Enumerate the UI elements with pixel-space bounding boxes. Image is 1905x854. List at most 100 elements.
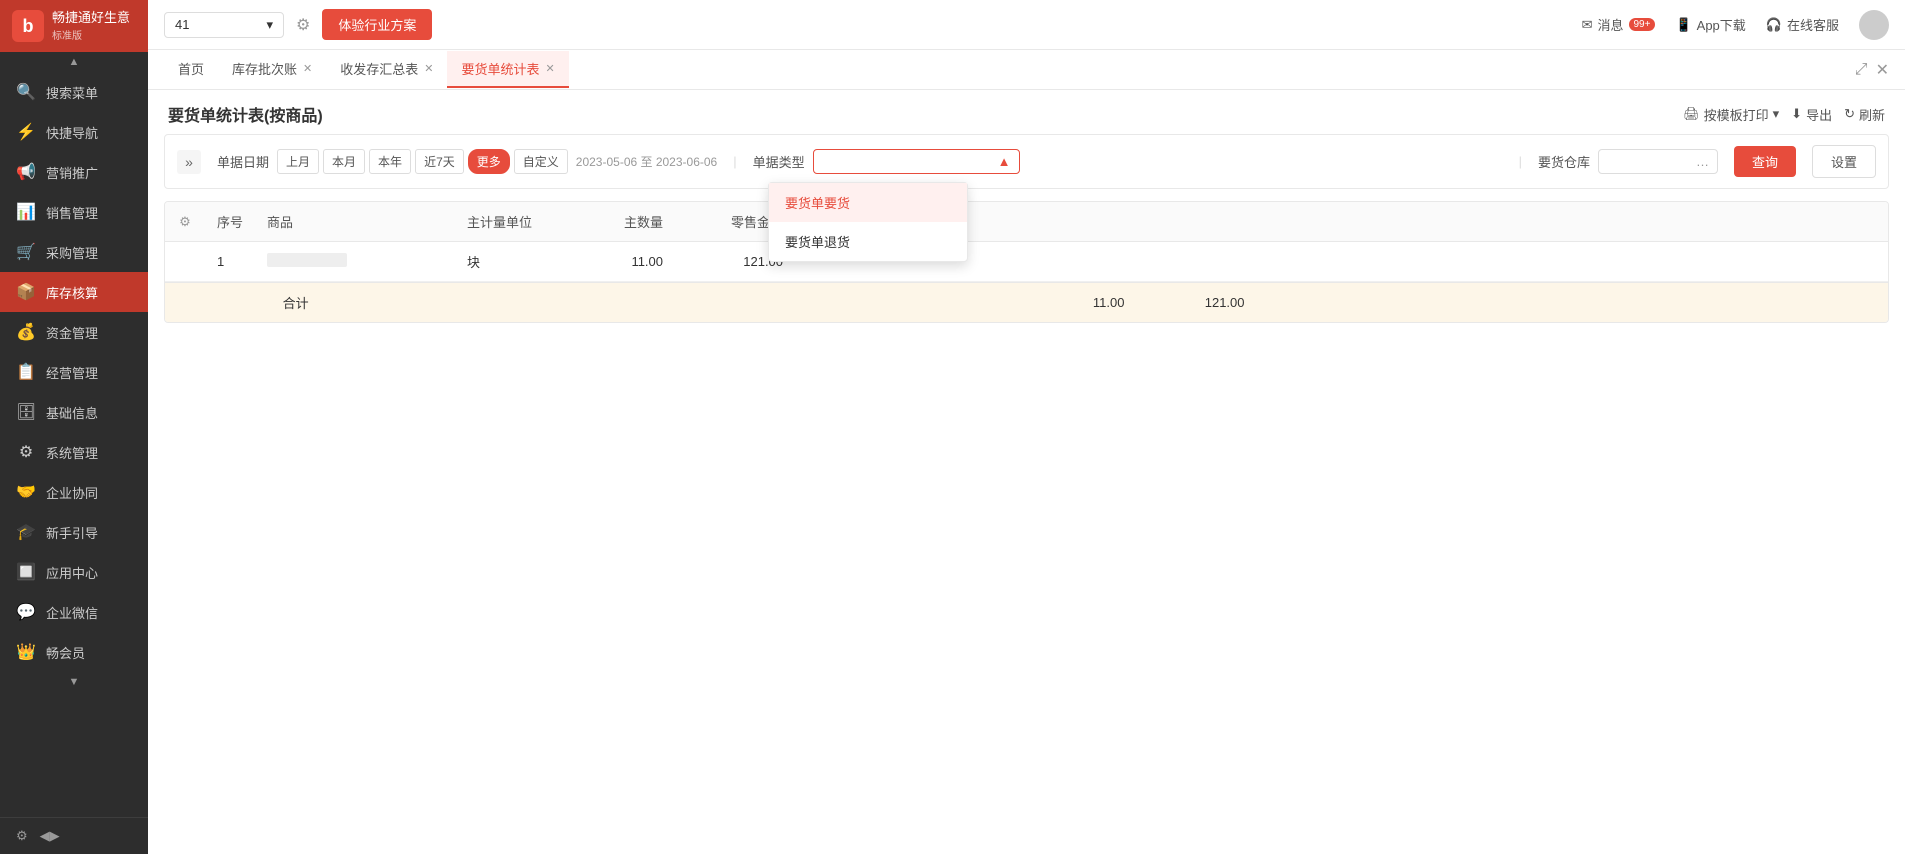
- topbar-gear-icon[interactable]: ⚙: [296, 15, 310, 35]
- th-no: 序号: [205, 202, 255, 242]
- sidebar-item-basics[interactable]: 🗄 基础信息: [0, 392, 148, 432]
- tab-inventory-batch-label: 库存批次账: [232, 59, 297, 78]
- download-icon: 📱: [1675, 17, 1691, 33]
- sidebar-footer: ⚙ ◀▶: [0, 817, 148, 854]
- sidebar-item-label: 应用中心: [46, 563, 98, 582]
- sidebar-item-system[interactable]: ⚙ 系统管理: [0, 432, 148, 472]
- finance-icon: 💰: [16, 322, 36, 342]
- sidebar-item-label: 搜索菜单: [46, 83, 98, 102]
- th-qty: 主数量: [555, 202, 675, 242]
- th-unit: 主计量单位: [455, 202, 555, 242]
- sidebar-item-members[interactable]: 👑 畅会员: [0, 632, 148, 672]
- print-chevron[interactable]: ▾: [1773, 106, 1780, 122]
- sidebar-header: b 畅捷通好生意 标准版: [0, 0, 148, 52]
- expand-icon[interactable]: ⤢: [1855, 61, 1868, 79]
- warehouse-filter-group: 要货仓库 …: [1538, 149, 1718, 174]
- trial-btn[interactable]: 体验行业方案: [322, 9, 432, 40]
- messages-btn[interactable]: ✉ 消息 99+: [1582, 15, 1656, 34]
- refresh-btn[interactable]: ↻ 刷新: [1844, 105, 1885, 124]
- type-input-wrap[interactable]: ▲: [813, 149, 1020, 174]
- avatar[interactable]: [1859, 10, 1889, 40]
- footer-label: 合计: [177, 293, 397, 312]
- online-service-btn[interactable]: 🎧 在线客服: [1766, 15, 1839, 34]
- tab-order-stats-close[interactable]: ✕: [546, 62, 555, 75]
- query-btn[interactable]: 查询: [1734, 146, 1796, 177]
- company-selector[interactable]: 41 ▾: [164, 12, 284, 38]
- sidebar-item-wechat[interactable]: 💬 企业微信: [0, 592, 148, 632]
- tab-receivable-summary[interactable]: 收发存汇总表 ✕: [326, 51, 447, 88]
- sidebar-item-label: 畅会员: [46, 643, 85, 662]
- sidebar-item-label: 库存核算: [46, 283, 98, 302]
- this-month-btn[interactable]: 本月: [323, 149, 365, 174]
- collapse-icon[interactable]: ◀▶: [40, 828, 60, 844]
- print-btn[interactable]: 🖨 按模板打印 ▾: [1683, 105, 1779, 124]
- sidebar-item-enterprise[interactable]: 🤝 企业协同: [0, 472, 148, 512]
- type-input[interactable]: [822, 154, 998, 169]
- more-btn[interactable]: 更多: [468, 149, 510, 174]
- tabs-bar: 首页 库存批次账 ✕ 收发存汇总表 ✕ 要货单统计表 ✕ ⤢ ✕: [148, 50, 1905, 90]
- main-area: 41 ▾ ⚙ 体验行业方案 ✉ 消息 99+ 📱 App下载 🎧 在线客服: [148, 0, 1905, 854]
- warehouse-more-icon[interactable]: …: [1696, 154, 1709, 169]
- tab-inventory-batch[interactable]: 库存批次账 ✕: [218, 51, 326, 88]
- type-chevron-up-icon[interactable]: ▲: [998, 154, 1011, 169]
- sidebar-item-search[interactable]: 🔍 搜索菜单: [0, 72, 148, 112]
- scroll-up-arrow[interactable]: ▲: [0, 52, 148, 72]
- settings-icon[interactable]: ⚙: [16, 828, 28, 844]
- print-label: 按模板打印: [1704, 105, 1769, 124]
- td-unit: 块: [455, 242, 555, 282]
- tab-receivable-close[interactable]: ✕: [424, 62, 433, 75]
- sidebar-item-operations[interactable]: 📋 经营管理: [0, 352, 148, 392]
- type-dropdown-menu: 要货单要货 要货单退货: [768, 182, 968, 262]
- sidebar-item-inventory[interactable]: 📦 库存核算: [0, 272, 148, 312]
- date-range-text: 2023-05-06 至 2023-06-06: [576, 153, 717, 170]
- export-btn[interactable]: ⬇ 导出: [1791, 105, 1832, 124]
- sidebar-item-quick-nav[interactable]: ⚡ 快捷导航: [0, 112, 148, 152]
- online-service-label: 在线客服: [1787, 15, 1839, 34]
- warehouse-selector[interactable]: …: [1598, 149, 1718, 174]
- tab-order-stats[interactable]: 要货单统计表 ✕: [447, 51, 568, 88]
- product-placeholder: [267, 253, 347, 267]
- close-all-icon[interactable]: ✕: [1876, 60, 1889, 80]
- column-settings-icon[interactable]: ⚙: [179, 214, 191, 229]
- tab-home[interactable]: 首页: [164, 51, 218, 88]
- messages-badge: 99+: [1629, 18, 1656, 31]
- page-inner: 要货单统计表(按商品) 🖨 按模板打印 ▾ ⬇ 导出 ↻ 刷新: [148, 90, 1905, 854]
- system-icon: ⚙: [16, 442, 36, 462]
- export-label: 导出: [1806, 105, 1832, 124]
- refresh-label: 刷新: [1859, 105, 1885, 124]
- quick-nav-icon: ⚡: [16, 122, 36, 142]
- sidebar-item-label: 快捷导航: [46, 123, 98, 142]
- td-check: [165, 242, 205, 282]
- sidebar-item-sales[interactable]: 📊 销售管理: [0, 192, 148, 232]
- table-row: 1 块 11.00 121.00: [165, 242, 1888, 282]
- type-filter-group: 单据类型 ▲: [753, 149, 1503, 174]
- last-7-days-btn[interactable]: 近7天: [415, 149, 464, 174]
- table-footer: 合计 11.00 121.00: [165, 282, 1888, 322]
- inventory-icon: 📦: [16, 282, 36, 302]
- topbar-left: 41 ▾ ⚙ 体验行业方案: [164, 9, 432, 40]
- scroll-down-arrow[interactable]: ▼: [0, 672, 148, 692]
- sidebar-item-app-center[interactable]: 🔲 应用中心: [0, 552, 148, 592]
- enterprise-icon: 🤝: [16, 482, 36, 502]
- sidebar-item-finance[interactable]: 💰 资金管理: [0, 312, 148, 352]
- filter-toggle-btn[interactable]: »: [177, 150, 201, 174]
- sidebar-item-purchase[interactable]: 🛒 采购管理: [0, 232, 148, 272]
- sidebar-item-marketing[interactable]: 📢 营销推广: [0, 152, 148, 192]
- app-download-label: App下载: [1697, 15, 1746, 34]
- filter-settings-btn[interactable]: 设置: [1812, 145, 1876, 178]
- dropdown-item-1[interactable]: 要货单退货: [769, 222, 967, 261]
- last-month-btn[interactable]: 上月: [277, 149, 319, 174]
- page-actions: 🖨 按模板打印 ▾ ⬇ 导出 ↻ 刷新: [1683, 105, 1885, 124]
- page-header: 要货单统计表(按商品) 🖨 按模板打印 ▾ ⬇ 导出 ↻ 刷新: [148, 90, 1905, 134]
- custom-btn[interactable]: 自定义: [514, 149, 568, 174]
- app-download-btn[interactable]: 📱 App下载: [1675, 15, 1745, 34]
- footer-amount: 121.00: [1137, 295, 1257, 310]
- tab-inventory-batch-close[interactable]: ✕: [303, 62, 312, 75]
- app-title: 畅捷通好生意: [52, 10, 130, 27]
- guide-icon: 🎓: [16, 522, 36, 542]
- this-year-btn[interactable]: 本年: [369, 149, 411, 174]
- dropdown-item-0[interactable]: 要货单要货: [769, 183, 967, 222]
- tab-expand-area: ⤢ ✕: [1855, 60, 1889, 80]
- operations-icon: 📋: [16, 362, 36, 382]
- sidebar-item-guide[interactable]: 🎓 新手引导: [0, 512, 148, 552]
